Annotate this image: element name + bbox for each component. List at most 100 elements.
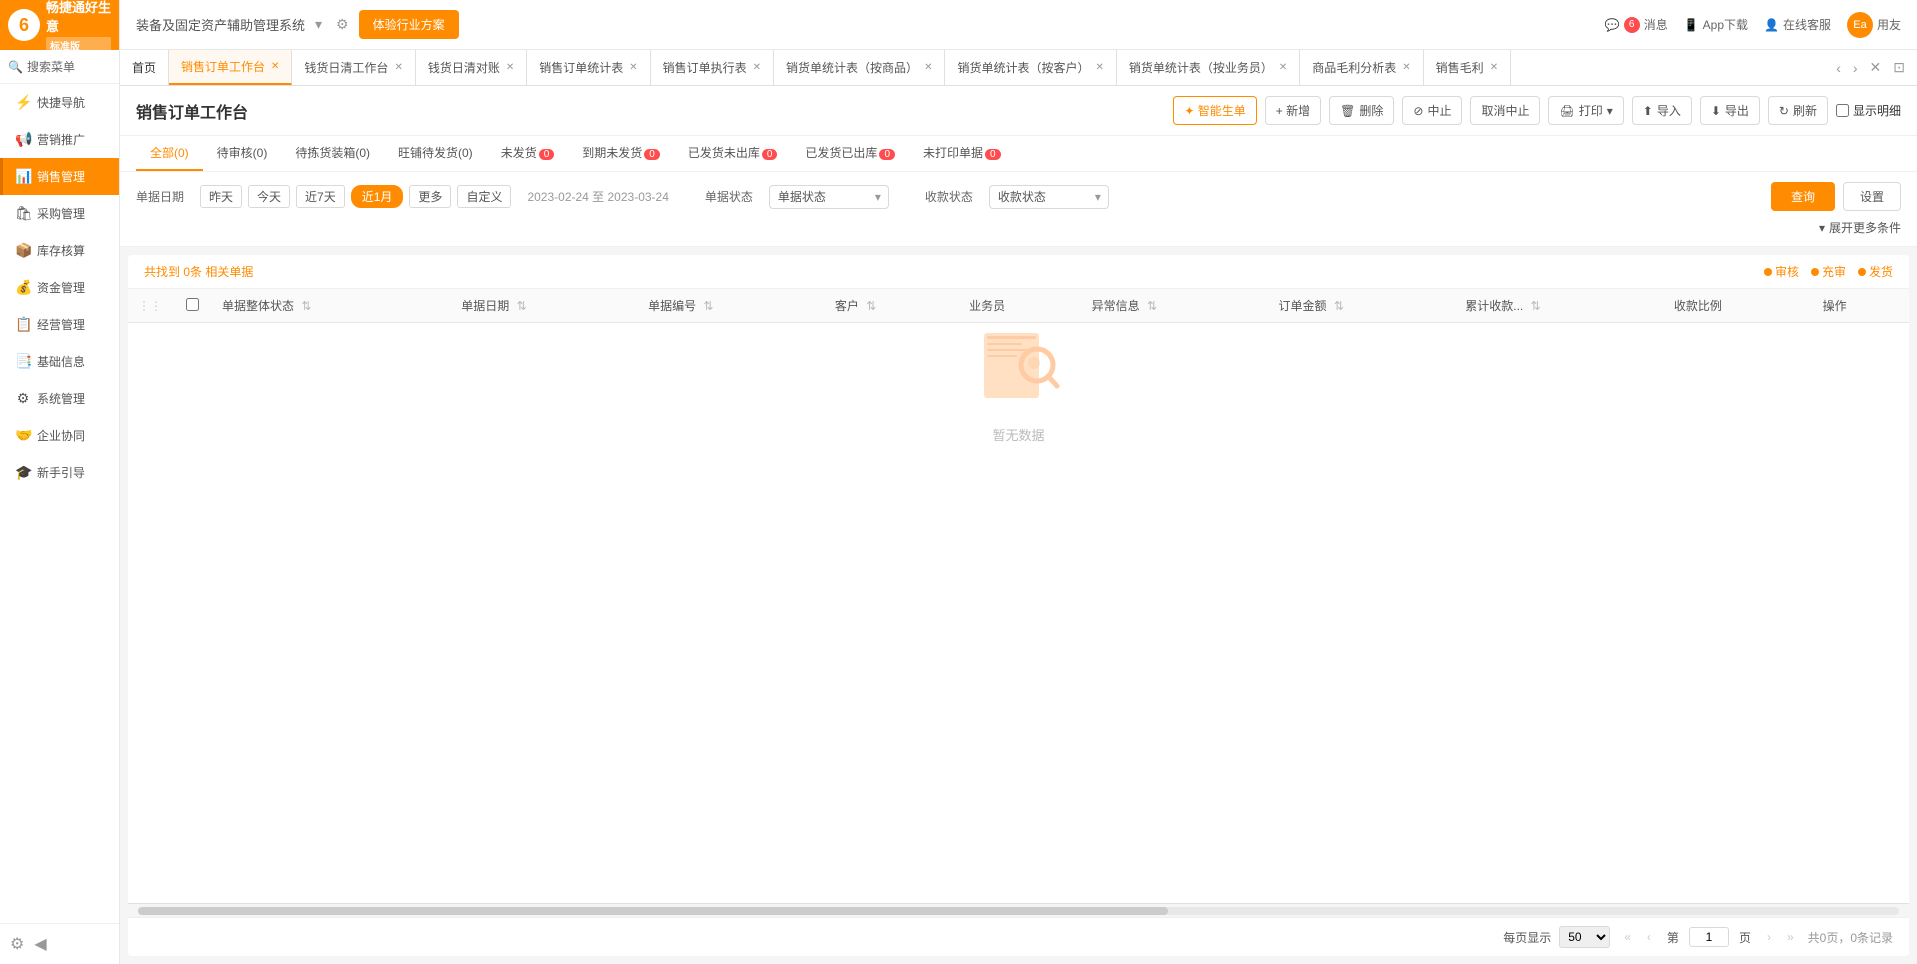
add-button[interactable]: + 新增 (1265, 96, 1321, 125)
tab-close-icon[interactable]: ✕ (1402, 62, 1410, 73)
tab-cash-daily[interactable]: 钱货日清工作台 ✕ (292, 50, 415, 85)
subtab-pending-review[interactable]: 待审核(0) (203, 136, 282, 171)
sidebar-item-system[interactable]: ⚙ 系统管理 (0, 380, 119, 417)
message-action[interactable]: 💬 6 消息 (1605, 16, 1668, 33)
first-page-btn[interactable]: « (1618, 928, 1637, 946)
set-button[interactable]: 设置 (1843, 182, 1901, 211)
smart-order-button[interactable]: ✦ 智能生单 (1173, 96, 1256, 125)
sidebar-item-finance[interactable]: 💰 资金管理 (0, 269, 119, 306)
date-custom[interactable]: 自定义 (457, 185, 511, 208)
cancel-op-btn[interactable]: 充审 (1811, 263, 1846, 280)
stop-button[interactable]: ⊘ 中止 (1402, 96, 1462, 125)
sidebar-item-purchase[interactable]: 🛍 采购管理 (0, 195, 119, 232)
tab-sales-exec[interactable]: 销售订单执行表 ✕ (651, 50, 774, 85)
sidebar-item-inventory[interactable]: 📦 库存核算 (0, 232, 119, 269)
settings-icon[interactable]: ⚙ (10, 934, 24, 954)
date-more[interactable]: 更多 (409, 185, 451, 208)
col-check[interactable] (172, 289, 212, 323)
status-select[interactable]: 单据状态 (769, 185, 889, 209)
tab-close-icon[interactable]: ✕ (506, 62, 514, 73)
tab-home[interactable]: 首页 (120, 50, 169, 85)
date-yesterday[interactable]: 昨天 (200, 185, 242, 208)
col-date[interactable]: 单据日期 ⇅ (451, 289, 638, 323)
sidebar-item-marketing[interactable]: 📢 营销推广 (0, 121, 119, 158)
col-amount[interactable]: 订单金额 ⇅ (1268, 289, 1455, 323)
tab-close-icon[interactable]: ✕ (924, 62, 932, 73)
subtab-not-shipped[interactable]: 未发货0 (487, 136, 569, 171)
page-size-select[interactable]: 20 50 100 (1559, 926, 1610, 948)
tab-sales-workbench[interactable]: 销售订单工作台 ✕ (169, 50, 292, 85)
prev-page-btn[interactable]: ‹ (1641, 928, 1657, 946)
col-customer[interactable]: 客户 ⇅ (825, 289, 959, 323)
tab-sales-stat[interactable]: 销售订单统计表 ✕ (527, 50, 650, 85)
subtab-all[interactable]: 全部(0) (136, 136, 203, 171)
subtab-not-printed[interactable]: 未打印单据0 (909, 136, 1015, 171)
sidebar-item-guide[interactable]: 🎓 新手引导 (0, 454, 119, 491)
subtab-pending-inspect[interactable]: 待拣货装箱(0) (281, 136, 384, 171)
table-scroll[interactable]: ⋮⋮ 单据整体状态 ⇅ 单据日期 ⇅ 单据编号 ⇅ 客户 ⇅ 业务员 异常信息 … (128, 289, 1909, 903)
select-all-checkbox[interactable] (186, 298, 199, 311)
settings-gear-icon[interactable]: ⚙ (336, 16, 349, 33)
subtab-wangpu[interactable]: 旺铺待发货(0) (384, 136, 487, 171)
expand-more-btn[interactable]: ▾ 展开更多条件 (1819, 219, 1901, 236)
tab-next-icon[interactable]: › (1849, 58, 1862, 78)
tab-close-icon[interactable]: ✕ (1490, 62, 1498, 73)
print-button[interactable]: 🖨 打印 ▾ (1548, 96, 1623, 125)
query-button[interactable]: 查询 (1771, 182, 1835, 211)
subtab-shipped-not-out[interactable]: 已发货未出库0 (674, 136, 792, 171)
show-detail-label[interactable]: 显示明细 (1836, 102, 1901, 119)
collapse-icon[interactable]: ◀ (34, 934, 46, 954)
refresh-button[interactable]: ↻ 刷新 (1768, 96, 1828, 125)
expand-icon[interactable]: ▾ (315, 16, 322, 33)
col-staff[interactable]: 业务员 (959, 289, 1082, 323)
tab-product-margin[interactable]: 商品毛利分析表 ✕ (1300, 50, 1423, 85)
last-page-btn[interactable]: » (1781, 928, 1800, 946)
tab-sales-more[interactable]: 销售毛利 ✕ (1424, 50, 1511, 85)
scroll-thumb[interactable] (138, 907, 1168, 915)
tab-close-icon[interactable]: ✕ (1095, 62, 1103, 73)
tab-close-icon[interactable]: ✕ (629, 62, 637, 73)
sidebar-item-operations[interactable]: 📋 经营管理 (0, 306, 119, 343)
tab-sales-staff[interactable]: 销货单统计表（按业务员） ✕ (1117, 50, 1300, 85)
review-op-btn[interactable]: 审核 (1764, 263, 1799, 280)
ship-op-btn[interactable]: 发货 (1858, 263, 1893, 280)
scroll-track[interactable] (138, 907, 1899, 915)
tab-close-icon[interactable]: ✕ (394, 62, 402, 73)
export-button[interactable]: ⬇ 导出 (1700, 96, 1760, 125)
cancel-stop-button[interactable]: 取消中止 (1470, 96, 1540, 125)
show-detail-checkbox[interactable] (1836, 104, 1849, 117)
sidebar-item-enterprise[interactable]: 🤝 企业协同 (0, 417, 119, 454)
col-status[interactable]: 单据整体状态 ⇅ (212, 289, 451, 323)
subtab-overdue[interactable]: 到期未发货0 (568, 136, 674, 171)
search-menu[interactable]: 🔍 搜索菜单 (0, 50, 119, 84)
date-1month[interactable]: 近1月 (351, 185, 404, 208)
tab-cash-reconcile[interactable]: 钱货日清对账 ✕ (416, 50, 527, 85)
tab-close-icon[interactable]: ✕ (753, 62, 761, 73)
tab-expand-icon[interactable]: ⊡ (1889, 57, 1909, 78)
tab-prev-icon[interactable]: ‹ (1832, 58, 1845, 78)
delete-button[interactable]: 🗑 删除 (1329, 96, 1394, 125)
page-input[interactable] (1689, 927, 1729, 947)
tab-sales-customer[interactable]: 销货单统计表（按客户） ✕ (945, 50, 1116, 85)
app-download-action[interactable]: 📱 App下载 (1684, 16, 1748, 33)
col-number[interactable]: 单据编号 ⇅ (638, 289, 825, 323)
finance-icon: 💰 (15, 279, 31, 296)
date-today[interactable]: 今天 (248, 185, 290, 208)
tab-close-icon[interactable]: ✕ (1279, 62, 1287, 73)
solution-button[interactable]: 体验行业方案 (359, 10, 459, 39)
payment-select[interactable]: 收款状态 (989, 185, 1109, 209)
tab-close-icon[interactable]: ✕ (271, 61, 279, 72)
import-button[interactable]: ⬆ 导入 (1632, 96, 1692, 125)
col-abnormal[interactable]: 异常信息 ⇅ (1082, 289, 1269, 323)
user-profile[interactable]: Ea 用友 (1847, 12, 1901, 38)
sidebar-item-sales[interactable]: 📊 销售管理 (0, 158, 119, 195)
sidebar-item-quick-nav[interactable]: ⚡ 快捷导航 (0, 84, 119, 121)
next-page-btn[interactable]: › (1761, 928, 1777, 946)
col-received[interactable]: 累计收款... ⇅ (1455, 289, 1664, 323)
tab-close-all-icon[interactable]: ✕ (1866, 57, 1886, 78)
online-service-action[interactable]: 👤 在线客服 (1764, 16, 1831, 33)
tab-sales-product[interactable]: 销货单统计表（按商品） ✕ (774, 50, 945, 85)
date-7days[interactable]: 近7天 (296, 185, 345, 208)
subtab-shipped-out[interactable]: 已发货已出库0 (791, 136, 909, 171)
sidebar-item-basic-info[interactable]: 📑 基础信息 (0, 343, 119, 380)
